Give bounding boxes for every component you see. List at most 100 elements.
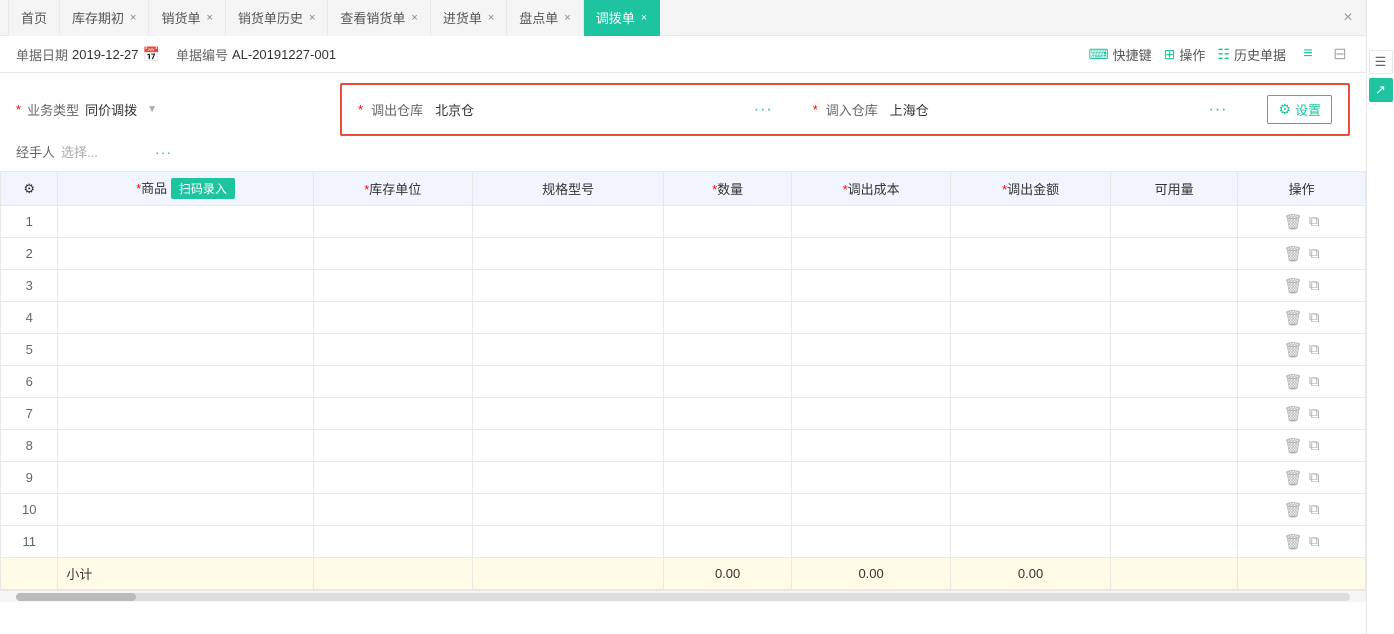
table-row: 6🗑⧉ — [1, 366, 1366, 398]
in-warehouse-more-btn[interactable]: ··· — [1208, 101, 1227, 119]
view-toggle-icon[interactable]: ≡ — [1298, 44, 1318, 64]
copy-icon[interactable]: ⧉ — [1309, 373, 1320, 390]
row-num: 11 — [1, 526, 58, 558]
tab-transfer[interactable]: 调拨单 × — [584, 0, 660, 36]
tab-sales-order[interactable]: 销货单 × — [149, 0, 225, 36]
copy-icon[interactable]: ⧉ — [1309, 309, 1320, 326]
copy-icon[interactable]: ⧉ — [1309, 501, 1320, 518]
col-product-header: *商品 扫码录入 — [58, 172, 313, 206]
delete-icon[interactable]: 🗑 — [1284, 245, 1303, 263]
out-warehouse-value[interactable]: 北京仓 — [435, 100, 474, 119]
tab-home-label: 首页 — [21, 8, 47, 27]
out-warehouse-more-btn[interactable]: ··· — [754, 101, 773, 119]
operation-icon: ⊞ — [1164, 46, 1176, 63]
window-close-button[interactable]: × — [1338, 8, 1358, 28]
delete-icon[interactable]: 🗑 — [1284, 277, 1303, 295]
manager-label: 经手人 — [16, 142, 55, 161]
delete-icon[interactable]: 🗑 — [1284, 341, 1303, 359]
col-qty-header: *数量 — [664, 172, 792, 206]
delete-icon[interactable]: 🗑 — [1284, 533, 1303, 551]
horizontal-scrollbar[interactable] — [0, 590, 1366, 602]
list-icon: ☰ — [1375, 54, 1387, 70]
business-type-value[interactable]: 同价调拨 — [85, 100, 137, 119]
tab-transfer-close[interactable]: × — [641, 12, 647, 24]
operation-action[interactable]: ⊞ 操作 — [1164, 45, 1206, 64]
tab-stocktake-label: 盘点单 — [519, 8, 558, 27]
tab-view-sales[interactable]: 查看销货单 × — [328, 0, 430, 36]
tab-view-sales-close[interactable]: × — [411, 12, 417, 24]
table-row: 7🗑⧉ — [1, 398, 1366, 430]
table-row: 3🗑⧉ — [1, 270, 1366, 302]
manager-group: 经手人 选择... ··· — [16, 142, 316, 161]
business-type-dropdown-arrow[interactable]: ▼ — [147, 104, 157, 115]
tab-sales-history[interactable]: 销货单历史 × — [226, 0, 328, 36]
tab-sales-order-close[interactable]: × — [206, 12, 212, 24]
col-settings-header[interactable]: ⚙ — [1, 172, 58, 206]
settings-button[interactable]: ⚙ 设置 — [1267, 95, 1332, 124]
shortcut-action[interactable]: ⌨ 快捷键 — [1088, 45, 1151, 64]
tab-inventory-init-label: 库存期初 — [72, 8, 124, 27]
delete-icon[interactable]: 🗑 — [1284, 437, 1303, 455]
tab-purchase[interactable]: 进货单 × — [431, 0, 507, 36]
business-type-group: * 业务类型 同价调拨 ▼ — [16, 100, 316, 119]
copy-icon[interactable]: ⧉ — [1309, 405, 1320, 422]
warehouse-highlight-box: * 调出仓库 北京仓 ··· * 调入仓库 上海仓 ··· ⚙ 设置 — [340, 83, 1350, 136]
out-warehouse-field: * 调出仓库 北京仓 ··· — [358, 100, 773, 119]
table-row: 10🗑⧉ — [1, 494, 1366, 526]
tab-stocktake[interactable]: 盘点单 × — [507, 0, 583, 36]
copy-icon[interactable]: ⧉ — [1309, 469, 1320, 486]
copy-icon[interactable]: ⧉ — [1309, 277, 1320, 294]
tab-stocktake-close[interactable]: × — [564, 12, 570, 24]
table-header-row: ⚙ *商品 扫码录入 *库存单位 规格型号 *数量 *调出成本 — [1, 172, 1366, 206]
manager-value[interactable]: 选择... — [61, 142, 141, 161]
expand-icon: ↗ — [1375, 82, 1386, 98]
table-row: 1🗑⧉ — [1, 206, 1366, 238]
delete-icon[interactable]: 🗑 — [1284, 501, 1303, 519]
sidebar-list-button[interactable]: ☰ — [1369, 50, 1393, 74]
scan-button[interactable]: 扫码录入 — [171, 178, 235, 199]
tab-sales-history-label: 销货单历史 — [238, 8, 303, 27]
manager-more-btn[interactable]: ··· — [155, 144, 172, 160]
grid-view-icon[interactable]: ⊟ — [1330, 44, 1350, 64]
calendar-icon[interactable]: 📅 — [143, 46, 160, 63]
subtotal-label: 小计 — [58, 558, 313, 590]
col-unit-header: *库存单位 — [313, 172, 472, 206]
tab-sales-history-close[interactable]: × — [309, 12, 315, 24]
delete-icon[interactable]: 🗑 — [1284, 373, 1303, 391]
items-table: ⚙ *商品 扫码录入 *库存单位 规格型号 *数量 *调出成本 — [0, 171, 1366, 590]
copy-icon[interactable]: ⧉ — [1309, 533, 1320, 550]
out-warehouse-required-star: * — [358, 102, 363, 117]
table-container: ⚙ *商品 扫码录入 *库存单位 规格型号 *数量 *调出成本 — [0, 171, 1366, 590]
copy-icon[interactable]: ⧉ — [1309, 341, 1320, 358]
history-action[interactable]: ☷ 历史单据 — [1217, 45, 1286, 64]
copy-icon[interactable]: ⧉ — [1309, 245, 1320, 262]
gear-icon: ⚙ — [1278, 101, 1291, 118]
tab-home[interactable]: 首页 — [8, 0, 60, 36]
delete-icon[interactable]: 🗑 — [1284, 405, 1303, 423]
copy-icon[interactable]: ⧉ — [1309, 213, 1320, 230]
number-field: 单据编号 AL-20191227-001 — [176, 45, 336, 64]
in-warehouse-value[interactable]: 上海仓 — [890, 100, 929, 119]
out-warehouse-label: 调出仓库 — [371, 100, 423, 119]
business-type-required-star: * — [16, 102, 21, 117]
subtotal-row: 小计 0.00 0.00 0.00 — [1, 558, 1366, 590]
in-warehouse-label: 调入仓库 — [826, 100, 878, 119]
delete-icon[interactable]: 🗑 — [1284, 213, 1303, 231]
history-label: 历史单据 — [1234, 45, 1286, 64]
col-action-header: 操作 — [1238, 172, 1366, 206]
row-num: 4 — [1, 302, 58, 334]
subtotal-cost: 0.00 — [791, 558, 950, 590]
tab-inventory-init[interactable]: 库存期初 × — [60, 0, 149, 36]
delete-icon[interactable]: 🗑 — [1284, 309, 1303, 327]
delete-icon[interactable]: 🗑 — [1284, 469, 1303, 487]
shortcut-icon: ⌨ — [1088, 46, 1108, 63]
col-amount-header: *调出金额 — [951, 172, 1110, 206]
table-row: 11 🗑 ⧉ — [1, 526, 1366, 558]
tab-inventory-init-close[interactable]: × — [130, 12, 136, 24]
copy-icon[interactable]: ⧉ — [1309, 437, 1320, 454]
tab-purchase-close[interactable]: × — [488, 12, 494, 24]
tab-sales-order-label: 销货单 — [161, 8, 200, 27]
row-num: 8 — [1, 430, 58, 462]
sidebar-expand-button[interactable]: ↗ — [1369, 78, 1393, 102]
scroll-thumb[interactable] — [16, 593, 136, 601]
